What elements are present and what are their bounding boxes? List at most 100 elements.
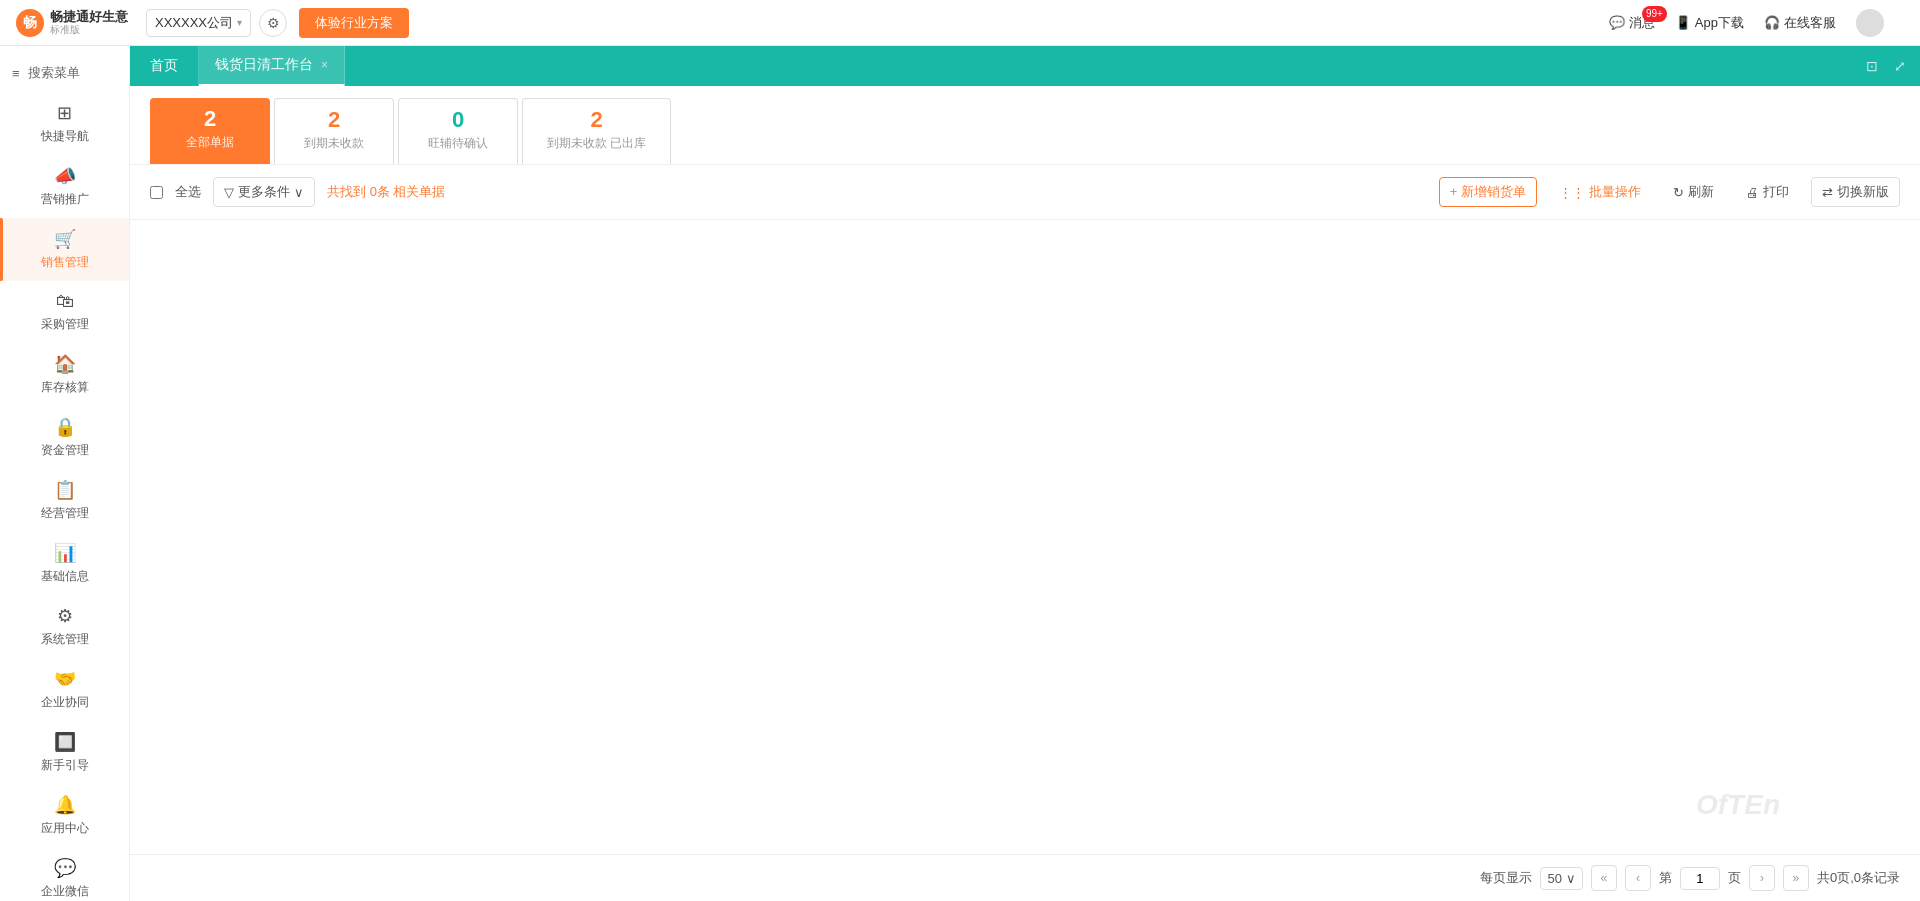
print-button[interactable]: 🖨 打印	[1736, 178, 1799, 206]
switch-label: 切换新版	[1837, 183, 1889, 201]
company-selector[interactable]: XXXXXX公司 ▾	[146, 9, 251, 37]
sidebar-item-apps[interactable]: 🔔 应用中心	[0, 784, 129, 847]
settings-button[interactable]: ⚙	[259, 9, 287, 37]
found-text: 共找到 0条 相关单据	[327, 183, 445, 201]
app-download-button[interactable]: 📱 App下载	[1675, 14, 1744, 32]
logo-text: 畅捷通好生意 标准版	[50, 10, 128, 35]
sidebar-item-label: 企业协同	[41, 694, 89, 711]
batch-operation-button[interactable]: ⋮⋮ 批量操作	[1549, 178, 1651, 206]
main-content: 首页 钱货日清工作台 × ⊡ ⤢ 2 全部单据 2	[130, 46, 1920, 901]
sidebar-item-purchase[interactable]: 🛍 采购管理	[0, 281, 129, 343]
sidebar-item-enterprise[interactable]: 🤝 企业协同	[0, 658, 129, 721]
trial-button[interactable]: 体验行业方案	[299, 8, 409, 38]
sidebar-item-label: 营销推广	[41, 191, 89, 208]
stats-label-overdue-unpaid: 到期未收款	[304, 135, 364, 152]
sidebar-item-quick-nav[interactable]: ⊞ 快捷导航	[0, 92, 129, 155]
sidebar-item-system[interactable]: ⚙ 系统管理	[0, 595, 129, 658]
logo-sub: 标准版	[50, 24, 128, 35]
per-page-select[interactable]: 50 ∨	[1540, 867, 1582, 890]
page-prefix: 第	[1659, 869, 1672, 887]
content-area: 2 全部单据 2 到期未收款 0 旺辅待确认 2 到期未收款 已出库	[130, 86, 1920, 901]
message-icon: 💬	[1609, 15, 1625, 30]
stats-num-overdue-unstocked: 2	[591, 107, 603, 133]
message-badge: 99+	[1642, 6, 1667, 22]
sidebar-item-operation[interactable]: 📋 经营管理	[0, 469, 129, 532]
tab-maximize-icon[interactable]: ⤢	[1888, 54, 1912, 78]
filter-button[interactable]: ▽ 更多条件 ∨	[213, 177, 315, 207]
refresh-icon: ↻	[1673, 185, 1684, 200]
found-prefix: 共找到	[327, 184, 366, 199]
stats-num-overdue-unpaid: 2	[328, 107, 340, 133]
sidebar-item-marketing[interactable]: 📣 营销推广	[0, 155, 129, 218]
switch-version-button[interactable]: ⇄ 切换新版	[1811, 177, 1900, 207]
tab-close-icon[interactable]: ×	[321, 58, 328, 72]
switch-icon: ⇄	[1822, 185, 1833, 200]
logo-main: 畅捷通好生意	[50, 10, 128, 24]
sales-icon: 🛒	[54, 228, 76, 250]
sidebar-search[interactable]: ≡ 搜索菜单	[0, 54, 129, 92]
tab-restore-icon[interactable]: ⊡	[1860, 54, 1884, 78]
print-icon: 🖨	[1746, 185, 1759, 200]
select-all-label[interactable]: 全选	[175, 183, 201, 201]
app-download-label: App下载	[1695, 14, 1744, 32]
sidebar-item-sales[interactable]: 🛒 销售管理	[0, 218, 129, 281]
stats-tab-overdue-unpaid[interactable]: 2 到期未收款	[274, 98, 394, 164]
sidebar-item-inventory[interactable]: 🏠 库存核算	[0, 343, 129, 406]
pagination: 每页显示 50 ∨ « ‹ 第 页 › » 共0页,0条记录	[130, 854, 1920, 901]
table-area	[130, 220, 1920, 854]
company-chevron-icon: ▾	[237, 17, 242, 28]
apps-icon: 🔔	[54, 794, 76, 816]
online-service-icon: 🎧	[1764, 15, 1780, 30]
purchase-icon: 🛍	[56, 291, 74, 312]
next-page-button[interactable]: ›	[1749, 865, 1775, 891]
tab-active-label: 钱货日清工作台	[215, 56, 313, 74]
app-download-icon: 📱	[1675, 15, 1691, 30]
refresh-button[interactable]: ↻ 刷新	[1663, 178, 1724, 206]
filter-icon: ▽	[224, 185, 234, 200]
page-suffix: 页	[1728, 869, 1741, 887]
per-page-value: 50	[1547, 871, 1561, 886]
stats-tab-all[interactable]: 2 全部单据	[150, 98, 270, 164]
logo-icon: 畅	[16, 9, 44, 37]
select-all-checkbox[interactable]	[150, 186, 163, 199]
sidebar-item-guide[interactable]: 🔲 新手引导	[0, 721, 129, 784]
online-service-button[interactable]: 🎧 在线客服	[1764, 14, 1836, 32]
sidebar-item-label: 采购管理	[41, 316, 89, 333]
found-related: 相关单据	[393, 184, 445, 199]
sidebar-item-label: 销售管理	[41, 254, 89, 271]
search-label: 搜索菜单	[28, 64, 80, 82]
avatar[interactable]	[1856, 9, 1884, 37]
stats-label-wangwang: 旺辅待确认	[428, 135, 488, 152]
operation-icon: 📋	[54, 479, 76, 501]
settings-icon: ⚙	[267, 15, 280, 31]
page-input[interactable]	[1680, 867, 1720, 890]
sidebar-item-label: 基础信息	[41, 568, 89, 585]
finance-icon: 🔒	[54, 416, 76, 438]
stats-num-wangwang: 0	[452, 107, 464, 133]
tab-active[interactable]: 钱货日清工作台 ×	[199, 46, 345, 86]
last-page-button[interactable]: »	[1783, 865, 1809, 891]
sidebar-item-finance[interactable]: 🔒 资金管理	[0, 406, 129, 469]
found-count: 0条	[370, 184, 390, 199]
topbar-right: 💬 消息 99+ 📱 App下载 🎧 在线客服	[1609, 9, 1904, 37]
filter-chevron-icon: ∨	[294, 185, 304, 200]
layout: ≡ 搜索菜单 ⊞ 快捷导航 📣 营销推广 🛒 销售管理 🛍 采购管理 🏠 库存核…	[0, 46, 1920, 901]
wechat-icon: 💬	[54, 857, 76, 879]
sidebar-item-wechat[interactable]: 💬 企业微信	[0, 847, 129, 901]
stats-tab-wangwang[interactable]: 0 旺辅待确认	[398, 98, 518, 164]
stats-tab-overdue-unstocked[interactable]: 2 到期未收款 已出库	[522, 98, 671, 164]
per-page-chevron-icon: ∨	[1566, 871, 1576, 886]
stats-num-all: 2	[204, 106, 216, 132]
search-icon: ≡	[12, 66, 20, 81]
first-page-button[interactable]: «	[1591, 865, 1617, 891]
batch-label: 批量操作	[1589, 183, 1641, 201]
prev-page-button[interactable]: ‹	[1625, 865, 1651, 891]
stats-label-overdue-unstocked: 到期未收款 已出库	[547, 135, 646, 152]
total-label: 共0页,0条记录	[1817, 869, 1900, 887]
tab-home[interactable]: 首页	[130, 46, 199, 86]
message-button[interactable]: 💬 消息 99+	[1609, 14, 1655, 32]
print-label: 打印	[1763, 183, 1789, 201]
add-order-button[interactable]: + 新增销货单	[1439, 177, 1537, 207]
stats-tabs: 2 全部单据 2 到期未收款 0 旺辅待确认 2 到期未收款 已出库	[130, 86, 1920, 165]
sidebar-item-base-info[interactable]: 📊 基础信息	[0, 532, 129, 595]
